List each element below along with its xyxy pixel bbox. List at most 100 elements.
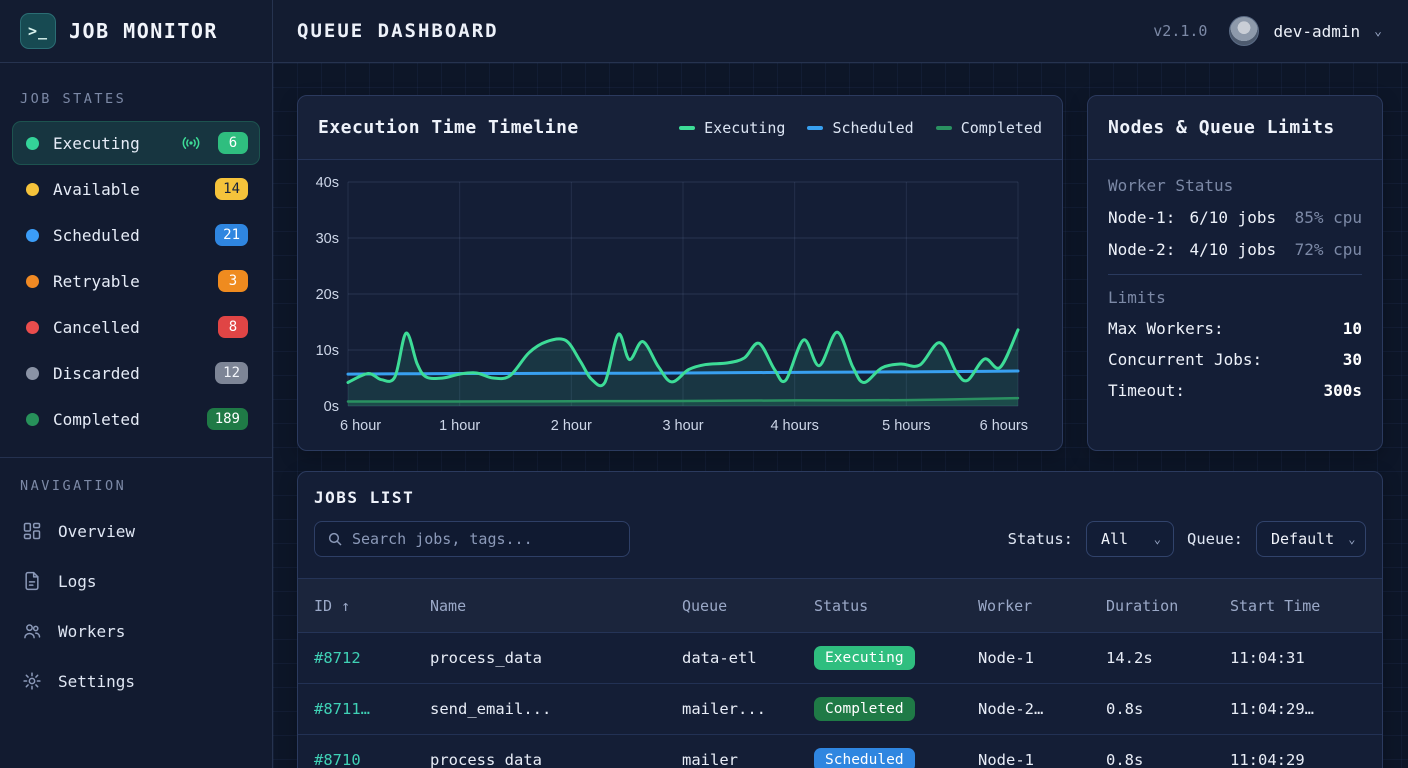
job-id-link[interactable]: #8711… <box>314 700 430 718</box>
sidebar-item-logs[interactable]: Logs <box>0 556 272 606</box>
svg-text:3 hour: 3 hour <box>662 418 703 434</box>
state-count-badge: 6 <box>218 132 248 154</box>
col-header-name: Name <box>430 596 467 615</box>
main-content: Execution Time Timeline Executing Schedul… <box>273 63 1408 768</box>
worker-status-heading: Worker Status <box>1108 176 1234 195</box>
limit-row: Timeout: 300s <box>1108 381 1362 400</box>
queue-filter-label: Queue: <box>1187 530 1243 548</box>
state-label: Scheduled <box>53 225 140 245</box>
job-queue: data-etl <box>682 649 757 667</box>
queue-filter-select[interactable]: Default ⌄ <box>1256 521 1366 557</box>
nodes-title: Nodes & Queue Limits <box>1108 117 1335 138</box>
col-header-queue: Queue <box>682 596 728 615</box>
worker-name: Node-2: <box>1108 240 1176 259</box>
worker-row: Node-2: 4/10 jobs 72% cpu <box>1108 240 1362 259</box>
chevron-down-icon: ⌄ <box>1348 532 1356 546</box>
search-box[interactable] <box>314 521 630 557</box>
jobs-card: JOBS LIST Status: All ⌄ Queue: <box>297 471 1383 768</box>
job-duration: 0.8s <box>1106 700 1144 718</box>
col-header-status: Status <box>814 596 869 615</box>
sidebar-state-completed[interactable]: Completed 189 <box>12 397 260 441</box>
state-label: Discarded <box>53 363 140 383</box>
job-status-cell: Executing <box>814 645 978 671</box>
avatar[interactable] <box>1229 16 1260 46</box>
status-badge: Completed <box>814 696 915 722</box>
status-filter-label: Status: <box>1007 530 1073 548</box>
sidebar-item-settings[interactable]: Settings <box>0 656 272 706</box>
status-badge: Scheduled <box>814 747 915 768</box>
brand-name: JOB MONITOR <box>69 19 218 43</box>
job-id-link[interactable]: #8710 <box>314 751 430 768</box>
legend-item-completed: Completed <box>935 118 1042 137</box>
topbar-right: v2.1.0 dev-admin ⌄ <box>1153 16 1408 46</box>
job-start-time: 11:04:29 <box>1230 751 1305 768</box>
job-start-time: 11:04:29… <box>1230 700 1314 718</box>
status-dot <box>26 136 39 150</box>
svg-text:6 hour: 6 hour <box>340 418 381 434</box>
worker-row: Node-1: 6/10 jobs 85% cpu <box>1108 208 1362 227</box>
status-badge: Executing <box>814 645 915 671</box>
job-name: send_email... <box>430 700 552 718</box>
filters: Status: All ⌄ Queue: Default ⌄ <box>1008 521 1366 557</box>
queue-filter-value: Default <box>1271 530 1335 548</box>
state-count-badge: 12 <box>215 362 248 384</box>
state-label: Executing <box>53 133 140 153</box>
jobs-toolbar: Status: All ⌄ Queue: Default ⌄ <box>314 521 1366 557</box>
job-duration: 14.2s <box>1106 649 1153 667</box>
gear-icon <box>23 672 41 690</box>
terminal-glyph: >_ <box>27 22 49 40</box>
state-count-badge: 189 <box>206 408 248 430</box>
document-icon <box>25 571 39 591</box>
legend-item-executing: Executing <box>679 119 785 137</box>
timeline-card: Execution Time Timeline Executing Schedul… <box>297 95 1063 451</box>
timeline-title: Execution Time Timeline <box>318 117 579 138</box>
table-row[interactable]: #8712 process_data data-etl Executing Node-1… <box>298 633 1382 684</box>
limit-value: 300s <box>1323 381 1362 400</box>
svg-text:40s: 40s <box>316 175 339 191</box>
limits-heading: Limits <box>1108 288 1166 307</box>
job-worker: Node-1 <box>978 649 1034 667</box>
navigation-heading: NAVIGATION <box>20 478 127 494</box>
worker-cpu: 72% cpu <box>1294 240 1362 259</box>
nodes-card: Nodes & Queue Limits Worker Status Node-… <box>1087 95 1383 451</box>
sidebar-state-retryable[interactable]: Retryable 3 <box>12 259 260 303</box>
sidebar-state-discarded[interactable]: Discarded 12 <box>12 351 260 395</box>
svg-text:2 hour: 2 hour <box>551 418 592 434</box>
state-label: Available <box>53 179 140 199</box>
version-label: v2.1.0 <box>1153 22 1208 40</box>
limit-label: Max Workers: <box>1108 319 1224 338</box>
sidebar-state-available[interactable]: Available 14 <box>12 167 260 211</box>
chevron-down-icon[interactable]: ⌄ <box>1374 24 1382 39</box>
job-status-cell: Completed <box>814 696 978 722</box>
svg-text:10s: 10s <box>316 343 339 359</box>
worker-cpu: 85% cpu <box>1294 208 1362 227</box>
user-menu[interactable]: dev-admin <box>1273 22 1360 41</box>
search-input[interactable] <box>352 530 617 548</box>
job-states-list: Executing 6 Available 14 Scheduled 21 Retryabl… <box>0 121 272 441</box>
col-header-duration: Duration <box>1106 596 1179 615</box>
job-duration: 0.8s <box>1106 751 1144 768</box>
sidebar-state-executing[interactable]: Executing 6 <box>12 121 260 165</box>
limit-label: Timeout: <box>1108 381 1186 400</box>
legend-label: Completed <box>960 118 1042 137</box>
sidebar-state-cancelled[interactable]: Cancelled 8 <box>12 305 260 349</box>
sidebar-state-scheduled[interactable]: Scheduled 21 <box>12 213 260 257</box>
search-icon <box>328 532 342 546</box>
svg-text:6 hours: 6 hours <box>980 418 1028 434</box>
sidebar-item-overview[interactable]: Overview <box>0 506 272 556</box>
job-id-link[interactable]: #8712 <box>314 649 430 667</box>
state-label: Cancelled <box>53 317 140 337</box>
job-queue: mailer... <box>682 700 766 718</box>
legend-swatch <box>679 125 696 130</box>
svg-text:30s: 30s <box>316 231 339 247</box>
table-row[interactable]: #8710 process_data mailer Scheduled Node-1 0.… <box>298 735 1382 768</box>
timeline-chart-svg: 0s 10s 20s 30s 40s 6 hour 1 hour 2 hour 3 hour 4 … <box>316 175 1028 434</box>
jobs-table: ID ↑ Name Queue Status Worker Duration Start T… <box>298 578 1382 768</box>
table-row[interactable]: #8711… send_email... mailer... Completed Nod… <box>298 684 1382 735</box>
col-header-id[interactable]: ID ↑ <box>314 597 430 615</box>
limits-list: Max Workers: 10 Concurrent Jobs: 30 Timeout:… <box>1108 319 1362 400</box>
job-status-cell: Scheduled <box>814 747 978 768</box>
sidebar-item-workers[interactable]: Workers <box>0 606 272 656</box>
nav-label: Workers <box>58 621 126 641</box>
status-filter-select[interactable]: All ⌄ <box>1086 521 1174 557</box>
